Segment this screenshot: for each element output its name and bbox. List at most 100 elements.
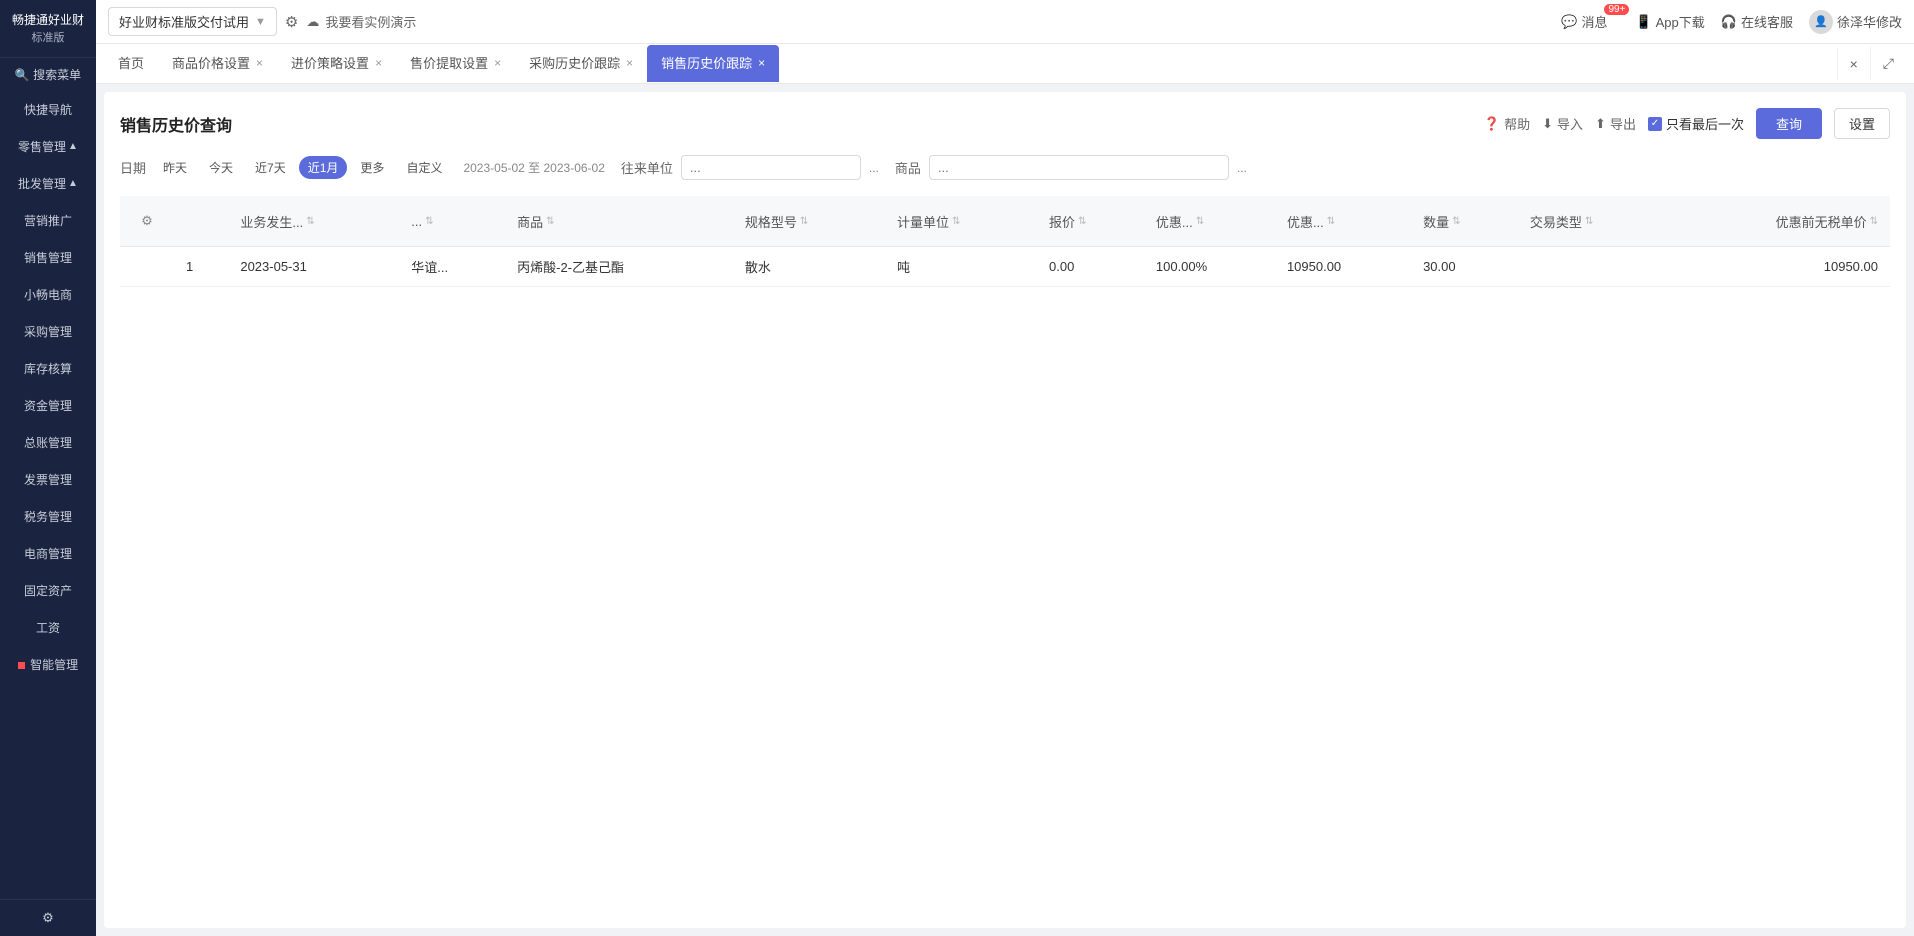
sidebar-item-wholesale[interactable]: 批发管理 ▲ (0, 165, 96, 202)
date-btn-yesterday[interactable]: 昨天 (154, 156, 196, 179)
query-button[interactable]: 查询 (1756, 108, 1822, 139)
tab-close-purchase-strategy[interactable]: × (375, 56, 382, 70)
sidebar-item-purchase[interactable]: 采购管理 (0, 313, 96, 350)
td-trade-type (1518, 247, 1670, 287)
maximize-window-button[interactable]: ⤢ (1870, 47, 1906, 80)
tab-sale-history-label: 销售历史价跟踪 (661, 53, 752, 72)
only-last-checkbox[interactable]: 只看最后一次 (1648, 114, 1744, 133)
source-more-btn[interactable]: ... (869, 161, 879, 175)
sidebar-settings-button[interactable]: ⚙ (0, 899, 96, 936)
sidebar-item-finance[interactable]: 资金管理 (0, 387, 96, 424)
tab-price[interactable]: 商品价格设置 × (158, 45, 277, 82)
table-settings-icon[interactable]: ⚙ (132, 206, 162, 236)
source-filter: 往来单位 ... (621, 155, 879, 180)
tab-close-price[interactable]: × (256, 56, 263, 70)
th-date[interactable]: 业务发生... ⇅ (228, 196, 399, 247)
sidebar-item-ecommerce[interactable]: 电商管理 (0, 535, 96, 572)
tab-home[interactable]: 首页 (104, 45, 158, 82)
module-selector[interactable]: 好业财标准版交付试用 ▼ (108, 7, 277, 36)
chevron-up-icon: ▲ (68, 178, 78, 189)
sidebar-item-label: 总账管理 (24, 436, 72, 450)
th-spec[interactable]: 规格型号 ⇅ (733, 196, 885, 247)
topbar-left: 好业财标准版交付试用 ▼ ⚙ ☁ 我要看实例演示 (108, 7, 416, 36)
topbar-settings-icon[interactable]: ⚙ (285, 13, 298, 31)
close-window-button[interactable]: × (1837, 48, 1870, 80)
sort-icon: ⇅ (306, 216, 314, 227)
th-discount-pct[interactable]: 优惠... ⇅ (1144, 196, 1275, 247)
sidebar-item-smart[interactable]: 智能管理 (0, 646, 96, 683)
main-area: 好业财标准版交付试用 ▼ ⚙ ☁ 我要看实例演示 💬 消息 99+ 📱 App下… (96, 0, 1914, 936)
sidebar-item-marketing[interactable]: 营销推广 (0, 202, 96, 239)
export-button[interactable]: ⬆ 导出 (1595, 114, 1636, 133)
sidebar-item-retail[interactable]: 零售管理 ▲ (0, 128, 96, 165)
online-service-button[interactable]: 🎧 在线客服 (1721, 12, 1793, 31)
tab-purchase-strategy[interactable]: 进价策略设置 × (277, 45, 396, 82)
th-product-label: 商品 (517, 212, 543, 231)
settings-button[interactable]: 设置 (1834, 108, 1890, 139)
app-name: 畅捷通好业财 (8, 12, 88, 29)
date-range-display: 2023-05-02 至 2023-06-02 (463, 159, 604, 176)
sort-icon: ⇅ (1870, 216, 1878, 227)
sidebar-item-invoice[interactable]: 发票管理 (0, 461, 96, 498)
sidebar-item-fixed-assets[interactable]: 固定资产 (0, 572, 96, 609)
sidebar-item-tax[interactable]: 税务管理 (0, 498, 96, 535)
product-input[interactable] (929, 155, 1229, 180)
date-btn-1month[interactable]: 近1月 (299, 156, 348, 179)
sort-icon: ⇅ (1327, 216, 1335, 227)
sidebar-search[interactable]: 🔍 搜索菜单 (0, 58, 96, 91)
tab-close-purchase-history[interactable]: × (626, 56, 633, 70)
date-btn-custom[interactable]: 自定义 (397, 156, 451, 179)
date-btn-more[interactable]: 更多 (351, 156, 393, 179)
th-date-label: 业务发生... (240, 212, 303, 231)
th-qty-label: 数量 (1423, 212, 1449, 231)
tab-close-sale-history[interactable]: × (758, 56, 765, 70)
sidebar-item-ledger[interactable]: 总账管理 (0, 424, 96, 461)
sidebar-item-salary[interactable]: 工资 (0, 609, 96, 646)
date-btn-7days[interactable]: 近7天 (246, 156, 295, 179)
tab-purchase-history[interactable]: 采购历史价跟踪 × (515, 45, 647, 82)
td-product: 丙烯酸-2-乙基己酯 (505, 247, 733, 287)
help-label: 帮助 (1504, 114, 1530, 133)
th-qty[interactable]: 数量 ⇅ (1411, 196, 1518, 247)
import-button[interactable]: ⬇ 导入 (1542, 114, 1583, 133)
td-gear (120, 247, 174, 287)
demo-button[interactable]: ☁ 我要看实例演示 (306, 12, 416, 31)
th-product[interactable]: 商品 ⇅ (505, 196, 733, 247)
sidebar-item-sales[interactable]: 销售管理 (0, 239, 96, 276)
th-col3[interactable]: ... ⇅ (399, 196, 505, 247)
sidebar-item-ecommerce-small[interactable]: 小畅电商 (0, 276, 96, 313)
sidebar-item-quick-nav[interactable]: 快捷导航 (0, 91, 96, 128)
source-label: 往来单位 (621, 158, 673, 177)
date-btn-today[interactable]: 今天 (200, 156, 242, 179)
only-last-label: 只看最后一次 (1666, 114, 1744, 133)
th-discount-amt[interactable]: 优惠... ⇅ (1275, 196, 1411, 247)
chevron-up-icon: ▲ (68, 141, 78, 152)
td-no: 1 (174, 247, 228, 287)
td-spec: 散水 (733, 247, 885, 287)
sort-icon: ⇅ (1196, 216, 1204, 227)
sidebar-item-label: 库存核算 (24, 362, 72, 376)
tab-price-label: 商品价格设置 (172, 53, 250, 72)
td-pretax-price: 10950.00 (1670, 247, 1890, 287)
user-menu[interactable]: 👤 徐泽华修改 (1809, 10, 1902, 34)
th-price-label: 报价 (1049, 212, 1075, 231)
tab-close-sale-extract[interactable]: × (494, 56, 501, 70)
sidebar-item-inventory[interactable]: 库存核算 (0, 350, 96, 387)
product-more-btn[interactable]: ... (1237, 161, 1247, 175)
help-button[interactable]: ❓ 帮助 (1484, 114, 1530, 133)
chevron-down-icon: ▼ (255, 16, 266, 28)
app-download-button[interactable]: 📱 App下载 (1635, 12, 1704, 31)
message-button[interactable]: 💬 消息 99+ (1561, 12, 1619, 31)
source-input[interactable] (681, 155, 861, 180)
th-unit[interactable]: 计量单位 ⇅ (885, 196, 1037, 247)
help-icon: ❓ (1484, 116, 1500, 132)
th-trade-type[interactable]: 交易类型 ⇅ (1518, 196, 1670, 247)
sidebar-item-label: 税务管理 (24, 510, 72, 524)
table-header-row: ⚙ 业务发生... ⇅ ... ⇅ (120, 196, 1890, 247)
tab-sale-extract[interactable]: 售价提取设置 × (396, 45, 515, 82)
import-label: 导入 (1557, 114, 1583, 133)
tab-sale-history[interactable]: 销售历史价跟踪 × (647, 45, 779, 82)
th-discount-amt-label: 优惠... (1287, 212, 1324, 231)
th-pretax-price[interactable]: 优惠前无税单价 ⇅ (1670, 196, 1890, 247)
th-price[interactable]: 报价 ⇅ (1037, 196, 1144, 247)
